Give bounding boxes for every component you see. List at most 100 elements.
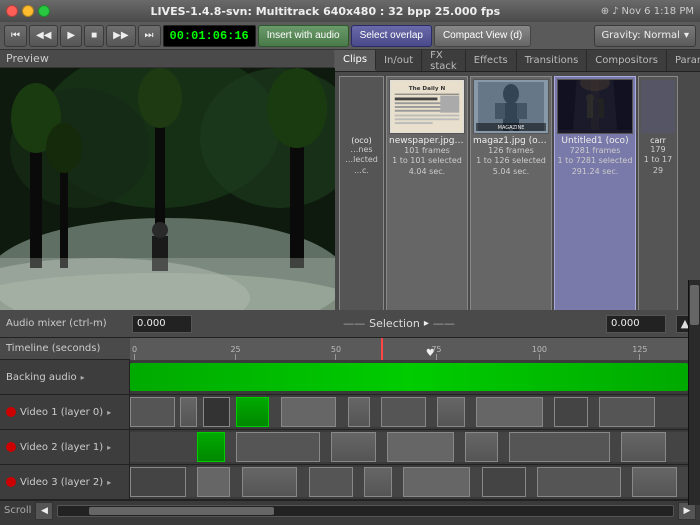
video1-clip7[interactable]: [437, 397, 465, 427]
video1-clip5[interactable]: [348, 397, 370, 427]
tab-effects[interactable]: Effects: [466, 50, 517, 71]
video1-clip2[interactable]: [180, 397, 197, 427]
scroll-label: Scroll: [4, 505, 31, 516]
backing-audio-name: Backing audio: [6, 372, 77, 383]
compact-view-button[interactable]: Compact View (d): [434, 25, 531, 47]
video3-name: Video 3 (layer 2): [20, 477, 103, 488]
gravity-selector[interactable]: Gravity: Normal ▾: [594, 25, 696, 47]
backing-audio-arrow[interactable]: ▸: [81, 373, 85, 382]
clip-name-newspaper: newspaper.jpg (oc: [389, 136, 465, 146]
video3-clip9[interactable]: [632, 467, 677, 497]
video3-clip2[interactable]: [197, 467, 230, 497]
video2-clip-green[interactable]: [197, 432, 225, 462]
video3-clip3[interactable]: [242, 467, 298, 497]
video1-clip3[interactable]: [203, 397, 231, 427]
clip-untitled1[interactable]: Untitled1 (oco) 7281 frames1 to 7281 sel…: [554, 76, 636, 326]
clip-thumb-magazine: MAGAZINE: [473, 79, 549, 134]
prev-frame-button[interactable]: ◀◀: [29, 25, 58, 47]
scroll-thumb[interactable]: [89, 507, 273, 515]
video1-indicator: [6, 407, 16, 417]
clip-partial-left[interactable]: (oco) …nes…lected…c.: [339, 76, 384, 326]
video1-clip8[interactable]: [476, 397, 543, 427]
minimize-button[interactable]: [22, 5, 34, 17]
clip-carr[interactable]: carr 1791 to 1729: [638, 76, 678, 326]
clip-info: …nes…lected…c.: [345, 145, 378, 176]
video3-clip7[interactable]: [482, 467, 527, 497]
close-button[interactable]: [6, 5, 18, 17]
ruler-tick-100: 100: [532, 345, 547, 360]
scroll-bar: Scroll ◀ ▶: [0, 500, 700, 520]
scroll-left-btn[interactable]: ◀: [35, 502, 53, 520]
clip-thumb: [342, 79, 382, 134]
svg-text:MAGAZINE: MAGAZINE: [498, 125, 525, 131]
sel-dash-right: ——: [433, 317, 455, 330]
rewind-button[interactable]: ⏮: [4, 25, 27, 47]
main-area: Preview: [0, 50, 700, 330]
hp-icon: ⊕: [601, 6, 609, 17]
stop-button[interactable]: ■: [84, 25, 104, 47]
backing-audio-bar: [130, 363, 688, 391]
track-label-video1: Video 1 (layer 0) ▸: [0, 395, 130, 429]
audio-mixer-row: Audio mixer (ctrl-m) 0.000 —— Selection …: [0, 310, 700, 338]
preview-video: [0, 68, 335, 323]
select-overlap-button[interactable]: Select overlap: [351, 25, 432, 47]
video1-clip6[interactable]: [381, 397, 426, 427]
video3-clip1[interactable]: [130, 467, 186, 497]
preview-label: Preview: [0, 50, 334, 68]
insert-audio-button[interactable]: Insert with audio: [258, 25, 349, 47]
video2-clip5[interactable]: [509, 432, 609, 462]
clips-area: (oco) …nes…lected…c. The Daily N: [335, 72, 700, 330]
audio-value-right[interactable]: 0.000: [606, 315, 666, 333]
title-icons: ⊕ ♪ Nov 6 1:18 PM: [601, 6, 694, 17]
video1-clip10[interactable]: [599, 397, 655, 427]
video2-clip4[interactable]: [465, 432, 498, 462]
video2-clip3[interactable]: [387, 432, 454, 462]
clip-name-carr: carr: [640, 136, 676, 145]
video1-clip9[interactable]: [554, 397, 587, 427]
next-frame-button[interactable]: ▶▶: [106, 25, 135, 47]
clip-newspaper[interactable]: The Daily N newspaper.jp: [386, 76, 468, 326]
tab-clips[interactable]: Clips: [335, 50, 376, 71]
clip-thumb-carr: [640, 79, 676, 134]
right-scrollbar[interactable]: [688, 280, 700, 505]
maximize-button[interactable]: [38, 5, 50, 17]
scroll-track[interactable]: [57, 505, 674, 517]
window-title: LIVES-1.4.8-svn: Multitrack 640x480 : 32…: [56, 5, 595, 18]
backing-audio-content: [130, 360, 688, 394]
timeline-row: Timeline (seconds) 0 25 50 ♥ 75: [0, 338, 700, 360]
video1-clip4[interactable]: [281, 397, 337, 427]
video2-clip2[interactable]: [331, 432, 376, 462]
scroll-right-icon: ▶: [684, 506, 691, 516]
vscroll-thumb[interactable]: [690, 285, 699, 325]
tab-inout[interactable]: In/out: [376, 50, 422, 71]
video1-arrow[interactable]: ▸: [107, 408, 111, 417]
tab-transitions[interactable]: Transitions: [517, 50, 588, 71]
video2-clip6[interactable]: [621, 432, 666, 462]
clip-magazine[interactable]: MAGAZINE magaz1.jpg (oco) 126 frames1 to…: [470, 76, 552, 326]
video2-indicator: [6, 442, 16, 452]
tab-compositors[interactable]: Compositors: [587, 50, 667, 71]
video1-clip1[interactable]: [130, 397, 175, 427]
video3-clip5[interactable]: [364, 467, 392, 497]
window-controls[interactable]: [6, 5, 50, 17]
track-video3: Video 3 (layer 2) ▸: [0, 465, 700, 500]
video3-arrow[interactable]: ▸: [107, 478, 111, 487]
play-button[interactable]: ▶: [60, 25, 82, 47]
tab-params[interactable]: Params.: [667, 50, 700, 71]
video3-clip6[interactable]: [403, 467, 470, 497]
track-label-video2: Video 2 (layer 1) ▸: [0, 430, 130, 464]
ruler-tick-75: 75: [431, 345, 441, 360]
clip-thumb-untitled1: [557, 79, 633, 134]
tab-fxstack[interactable]: FX stack: [422, 50, 466, 71]
video1-clip-green[interactable]: [236, 397, 269, 427]
timeline-ruler[interactable]: 0 25 50 ♥ 75 100 125: [130, 338, 688, 360]
video3-clip4[interactable]: [309, 467, 354, 497]
timeline-label: Timeline (seconds): [0, 343, 130, 354]
selection-arrow: ▸: [424, 318, 429, 329]
video3-clip8[interactable]: [537, 467, 621, 497]
video2-arrow[interactable]: ▸: [107, 443, 111, 452]
video3-indicator: [6, 477, 16, 487]
video2-clip1[interactable]: [236, 432, 320, 462]
fast-forward-button[interactable]: ⏭: [138, 25, 161, 47]
audio-value-left[interactable]: 0.000: [132, 315, 192, 333]
